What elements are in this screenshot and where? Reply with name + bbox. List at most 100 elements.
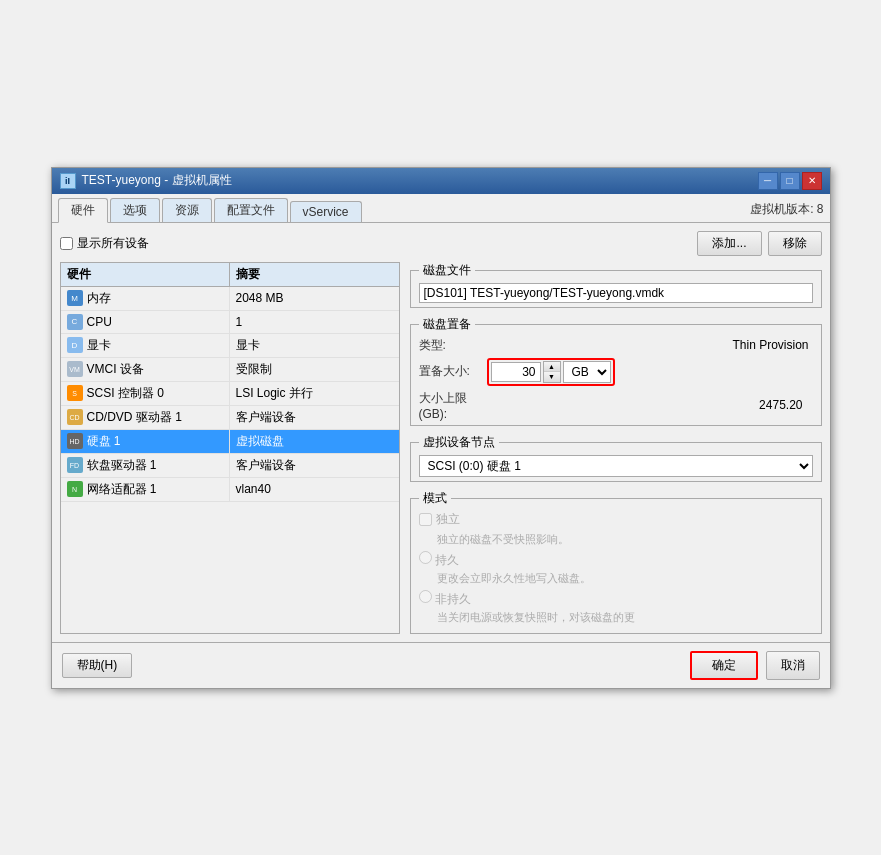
show-all-devices-checkbox[interactable]: 显示所有设备	[60, 235, 149, 252]
hardware-table: 硬件 摘要 M 内存 2048 MB C CPU	[60, 262, 400, 634]
memory-icon: M	[67, 290, 83, 306]
nonpersistent-row: 非持久	[419, 590, 813, 608]
nonpersistent-label: 非持久	[435, 592, 471, 606]
cancel-button[interactable]: 取消	[766, 651, 820, 680]
vm-version-label: 虚拟机版本: 8	[750, 201, 823, 222]
mode-legend: 模式	[419, 490, 451, 507]
nonpersistent-radio[interactable]	[419, 590, 432, 603]
disk-file-input[interactable]	[419, 283, 813, 303]
tab-hardware[interactable]: 硬件	[58, 198, 108, 223]
footer-right: 确定 取消	[690, 651, 820, 680]
type-value: Thin Provision	[487, 338, 813, 352]
size-unit-select[interactable]: MB GB TB	[563, 361, 611, 383]
hw-cell-name: S SCSI 控制器 0	[61, 382, 230, 405]
header-summary: 摘要	[230, 263, 399, 286]
restore-button[interactable]: □	[780, 172, 800, 190]
add-button[interactable]: 添加...	[697, 231, 761, 256]
independent-mode-row: 独立	[419, 511, 813, 528]
vnode-select[interactable]: SCSI (0:0) 硬盘 1	[419, 455, 813, 477]
spin-up-button[interactable]: ▲	[544, 362, 560, 372]
titlebar: iI TEST-yueyong - 虚拟机属性 ─ □ ✕	[52, 168, 830, 194]
max-size-row: 大小上限 (GB): 2475.20	[419, 390, 813, 421]
footer: 帮助(H) 确定 取消	[52, 642, 830, 688]
body-area: 硬件 摘要 M 内存 2048 MB C CPU	[60, 262, 822, 634]
tab-vservice[interactable]: vService	[290, 201, 362, 222]
vnode-row: SCSI (0:0) 硬盘 1	[419, 455, 813, 477]
tab-options[interactable]: 选项	[110, 198, 160, 222]
hw-cell-name: C CPU	[61, 311, 230, 333]
tab-resources[interactable]: 资源	[162, 198, 212, 222]
size-input-group: ▲ ▼	[491, 361, 561, 383]
hw-cell-summary: 受限制	[230, 358, 399, 381]
independent-desc: 独立的磁盘不受快照影响。	[437, 532, 813, 547]
close-button[interactable]: ✕	[802, 172, 822, 190]
size-input-highlight: ▲ ▼ MB GB TB	[487, 358, 615, 386]
provision-section: 磁盘置备 类型: Thin Provision 置备大小:	[410, 316, 822, 426]
titlebar-left: iI TEST-yueyong - 虚拟机属性	[60, 172, 232, 189]
hw-cell-summary: 1	[230, 311, 399, 333]
size-spinner: ▲ ▼	[543, 361, 561, 383]
vnode-legend: 虚拟设备节点	[419, 434, 499, 451]
hw-cell-name: N 网络适配器 1	[61, 478, 230, 501]
table-row[interactable]: C CPU 1	[61, 311, 399, 334]
header-hardware: 硬件	[61, 263, 230, 286]
hw-cell-name: VM VMCI 设备	[61, 358, 230, 381]
floppy-icon: FD	[67, 457, 83, 473]
show-all-checkbox-input[interactable]	[60, 237, 73, 250]
hw-cell-name: FD 软盘驱动器 1	[61, 454, 230, 477]
hw-cell-summary: 显卡	[230, 334, 399, 357]
cpu-icon: C	[67, 314, 83, 330]
provision-type-row: 类型: Thin Provision	[419, 337, 813, 354]
size-input[interactable]	[491, 362, 541, 382]
disk-file-section: 磁盘文件	[410, 262, 822, 308]
table-row[interactable]: CD CD/DVD 驱动器 1 客户端设备	[61, 406, 399, 430]
spin-down-button[interactable]: ▼	[544, 372, 560, 382]
show-all-label: 显示所有设备	[77, 235, 149, 252]
provision-legend: 磁盘置备	[419, 316, 475, 333]
table-header: 硬件 摘要	[61, 263, 399, 287]
main-window: iI TEST-yueyong - 虚拟机属性 ─ □ ✕ 硬件 选项 资源 配…	[51, 167, 831, 689]
nonpersistent-desc: 当关闭电源或恢复快照时，对该磁盘的更	[437, 610, 813, 625]
hdd-icon: HD	[67, 433, 83, 449]
remove-button[interactable]: 移除	[768, 231, 822, 256]
table-row[interactable]: FD 软盘驱动器 1 客户端设备	[61, 454, 399, 478]
table-row[interactable]: VM VMCI 设备 受限制	[61, 358, 399, 382]
hw-cell-name: M 内存	[61, 287, 230, 310]
left-panel: 硬件 摘要 M 内存 2048 MB C CPU	[60, 262, 400, 634]
max-label: 大小上限 (GB):	[419, 390, 479, 421]
scsi-icon: S	[67, 385, 83, 401]
vnode-section: 虚拟设备节点 SCSI (0:0) 硬盘 1	[410, 434, 822, 482]
type-label: 类型:	[419, 337, 479, 354]
hw-cell-summary: 客户端设备	[230, 406, 399, 429]
ok-button[interactable]: 确定	[690, 651, 758, 680]
right-panel: 磁盘文件 磁盘置备 类型: Thin Provision 置备大小:	[410, 262, 822, 634]
table-row-selected[interactable]: HD 硬盘 1 虚拟磁盘	[61, 430, 399, 454]
display-icon: D	[67, 337, 83, 353]
hw-cell-name: HD 硬盘 1	[61, 430, 230, 453]
show-all-row: 显示所有设备 添加... 移除	[60, 231, 822, 256]
hw-cell-summary: 2048 MB	[230, 287, 399, 310]
persistent-desc: 更改会立即永久性地写入磁盘。	[437, 571, 813, 586]
main-content: 显示所有设备 添加... 移除 硬件 摘要 M 内	[52, 223, 830, 642]
independent-checkbox[interactable]	[419, 513, 432, 526]
minimize-button[interactable]: ─	[758, 172, 778, 190]
size-label: 置备大小:	[419, 363, 479, 380]
persistent-radio[interactable]	[419, 551, 432, 564]
titlebar-controls: ─ □ ✕	[758, 172, 822, 190]
mode-section: 模式 独立 独立的磁盘不受快照影响。 持久 更改会立即永久性地写入磁盘。	[410, 490, 822, 634]
hw-cell-summary: LSI Logic 并行	[230, 382, 399, 405]
nic-icon: N	[67, 481, 83, 497]
table-row[interactable]: M 内存 2048 MB	[61, 287, 399, 311]
window-title: TEST-yueyong - 虚拟机属性	[82, 172, 232, 189]
persistent-label: 持久	[435, 553, 459, 567]
help-button[interactable]: 帮助(H)	[62, 653, 133, 678]
hw-cell-name: D 显卡	[61, 334, 230, 357]
tab-config[interactable]: 配置文件	[214, 198, 288, 222]
cdrom-icon: CD	[67, 409, 83, 425]
table-row[interactable]: S SCSI 控制器 0 LSI Logic 并行	[61, 382, 399, 406]
table-row[interactable]: N 网络适配器 1 vlan40	[61, 478, 399, 502]
table-row[interactable]: D 显卡 显卡	[61, 334, 399, 358]
app-icon: iI	[60, 173, 76, 189]
independent-label: 独立	[436, 511, 460, 528]
disk-file-legend: 磁盘文件	[419, 262, 475, 279]
